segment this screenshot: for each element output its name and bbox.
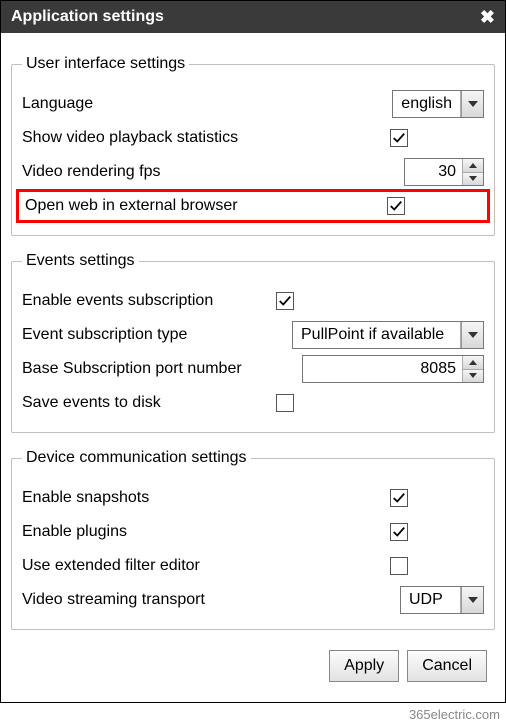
render-fps-label: Video rendering fps (22, 163, 160, 181)
snapshots-checkbox[interactable] (390, 489, 408, 507)
plugins-checkbox[interactable] (390, 523, 408, 541)
base-port-label: Base Subscription port number (22, 360, 242, 378)
sub-type-value: PullPoint if available (293, 322, 461, 348)
enable-sub-checkbox[interactable] (276, 292, 294, 310)
plugins-label: Enable plugins (22, 523, 127, 541)
content-area: User interface settings Language english… (1, 33, 505, 702)
transport-label: Video streaming transport (22, 591, 205, 609)
titlebar: Application settings ✖ (1, 1, 505, 33)
chevron-down-icon[interactable] (461, 587, 483, 613)
render-fps-spinner[interactable]: 30 (404, 158, 484, 186)
base-port-spinner[interactable]: 8085 (302, 355, 484, 383)
transport-select[interactable]: UDP (400, 586, 484, 614)
row-sub-type: Event subscription type PullPoint if ava… (22, 318, 484, 352)
row-render-fps: Video rendering fps 30 (22, 155, 484, 189)
group-device-legend: Device communication settings (22, 449, 251, 467)
spinner-down-icon[interactable] (463, 370, 483, 383)
spinner-down-icon[interactable] (463, 173, 483, 186)
row-open-web-external: Open web in external browser (16, 189, 490, 223)
ext-filter-checkbox[interactable] (390, 557, 408, 575)
save-disk-label: Save events to disk (22, 394, 161, 412)
row-snapshots: Enable snapshots (22, 481, 484, 515)
ext-filter-label: Use extended filter editor (22, 557, 200, 575)
row-enable-sub: Enable events subscription (22, 284, 484, 318)
group-events-legend: Events settings (22, 252, 139, 270)
open-web-checkbox[interactable] (387, 197, 405, 215)
window-title: Application settings (11, 8, 164, 26)
footer-buttons: Apply Cancel (11, 646, 495, 692)
settings-window: Application settings ✖ User interface se… (0, 0, 506, 703)
sub-type-label: Event subscription type (22, 326, 187, 344)
cancel-button[interactable]: Cancel (407, 650, 487, 682)
row-ext-filter: Use extended filter editor (22, 549, 484, 583)
group-events-settings: Events settings Enable events subscripti… (11, 252, 495, 433)
row-transport: Video streaming transport UDP (22, 583, 484, 617)
spinner-up-icon[interactable] (463, 159, 483, 173)
group-ui-legend: User interface settings (22, 55, 189, 73)
chevron-down-icon[interactable] (461, 91, 483, 117)
base-port-value: 8085 (303, 356, 463, 382)
close-icon[interactable]: ✖ (480, 7, 495, 28)
save-disk-checkbox[interactable] (276, 394, 294, 412)
language-label: Language (22, 95, 93, 113)
row-save-disk: Save events to disk (22, 386, 484, 420)
spinner-up-icon[interactable] (463, 356, 483, 370)
enable-sub-label: Enable events subscription (22, 292, 213, 310)
row-show-stats: Show video playback statistics (22, 121, 484, 155)
sub-type-select[interactable]: PullPoint if available (292, 321, 484, 349)
chevron-down-icon[interactable] (461, 322, 483, 348)
render-fps-value: 30 (405, 159, 463, 185)
apply-button[interactable]: Apply (329, 650, 399, 682)
open-web-label: Open web in external browser (25, 197, 238, 215)
language-value: english (393, 91, 461, 117)
transport-value: UDP (401, 587, 461, 613)
group-device-settings: Device communication settings Enable sna… (11, 449, 495, 630)
row-plugins: Enable plugins (22, 515, 484, 549)
show-stats-label: Show video playback statistics (22, 129, 238, 147)
row-language: Language english (22, 87, 484, 121)
row-base-port: Base Subscription port number 8085 (22, 352, 484, 386)
group-ui-settings: User interface settings Language english… (11, 55, 495, 236)
snapshots-label: Enable snapshots (22, 489, 149, 507)
show-stats-checkbox[interactable] (390, 129, 408, 147)
language-select[interactable]: english (392, 90, 484, 118)
watermark-text: 365electric.com (0, 703, 506, 722)
